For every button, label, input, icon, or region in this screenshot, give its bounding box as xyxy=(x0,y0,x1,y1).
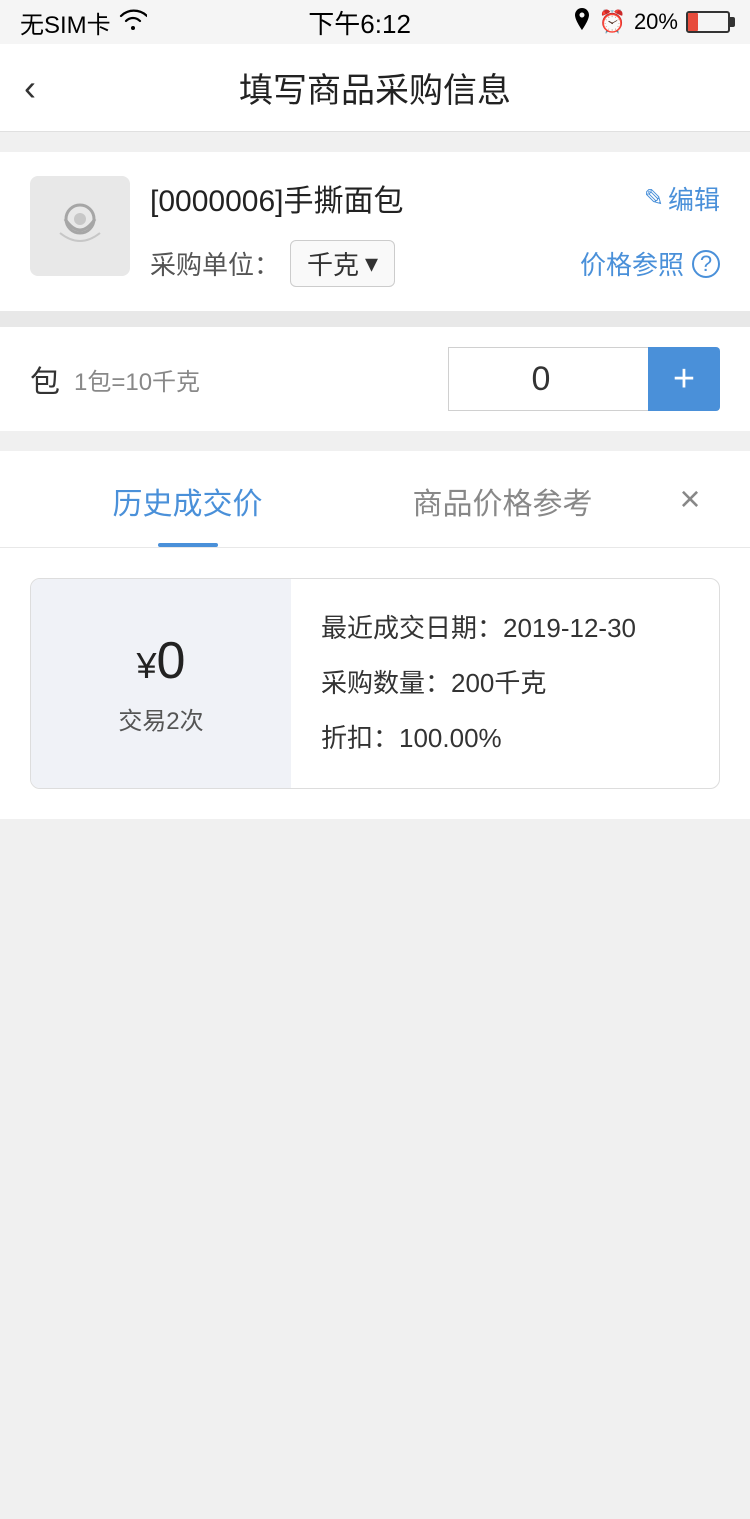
edit-icon: ✎ xyxy=(644,184,664,213)
product-image xyxy=(30,176,130,276)
nav-bar: ‹ 填写商品采购信息 xyxy=(0,44,750,132)
battery-percent: 20% xyxy=(634,9,678,35)
discount-row: 折扣：100.00% xyxy=(321,719,689,758)
unit-select[interactable]: 千克 ▾ xyxy=(290,240,395,287)
battery-icon xyxy=(686,11,730,33)
dropdown-icon: ▾ xyxy=(365,248,378,279)
wifi-icon xyxy=(119,8,147,37)
status-right: ⏰ 20% xyxy=(573,8,730,36)
product-name: [0000006]手撕面包 xyxy=(150,176,403,220)
tabs-header: 历史成交价 商品价格参考 × xyxy=(0,451,750,548)
edit-button[interactable]: ✎ 编辑 xyxy=(644,180,720,217)
tabs-section: 历史成交价 商品价格参考 × ¥0 交易2次 最近成交日期：2019-12-30… xyxy=(0,451,750,819)
product-unit-row: 采购单位： 千克 ▾ 价格参照 ? xyxy=(150,240,720,287)
price-details: 最近成交日期：2019-12-30 采购数量：200千克 折扣：100.00% xyxy=(291,579,719,788)
unit-label: 采购单位： 千克 ▾ xyxy=(150,240,395,287)
status-time: 下午6:12 xyxy=(308,4,411,41)
quantity-label: 包 1包=10千克 xyxy=(30,357,200,401)
recent-date-row: 最近成交日期：2019-12-30 xyxy=(321,609,689,648)
carrier-text: 无SIM卡 xyxy=(20,5,111,40)
section-divider xyxy=(0,311,750,327)
price-amount: ¥0 xyxy=(137,631,186,691)
quantity-sub-label: 1包=10千克 xyxy=(74,362,200,397)
quantity-row: 包 1包=10千克 + xyxy=(0,327,750,431)
back-button[interactable]: ‹ xyxy=(24,67,36,109)
currency-symbol: ¥ xyxy=(137,645,157,686)
location-icon xyxy=(573,8,591,36)
quantity-input[interactable] xyxy=(448,347,648,411)
product-title-row: [0000006]手撕面包 ✎ 编辑 xyxy=(150,176,720,220)
price-transactions: 交易2次 xyxy=(118,701,203,736)
quantity-plus-button[interactable]: + xyxy=(648,347,720,411)
tab-price-reference[interactable]: 商品价格参考 xyxy=(345,451,660,547)
price-summary: ¥0 交易2次 xyxy=(31,579,291,788)
price-reference-button[interactable]: 价格参照 ? xyxy=(580,245,720,282)
tab-history-price[interactable]: 历史成交价 xyxy=(30,451,345,547)
main-background xyxy=(0,819,750,1519)
purchase-qty-row: 采购数量：200千克 xyxy=(321,664,689,703)
quantity-unit: 包 xyxy=(30,357,60,401)
product-header: [0000006]手撕面包 ✎ 编辑 采购单位： 千克 ▾ 价格参照 ? xyxy=(30,176,720,287)
price-card-container: ¥0 交易2次 最近成交日期：2019-12-30 采购数量：200千克 折扣：… xyxy=(0,548,750,819)
status-left: 无SIM卡 xyxy=(20,5,147,40)
help-icon: ? xyxy=(692,250,720,278)
page-title: 填写商品采购信息 xyxy=(239,63,511,112)
product-card: [0000006]手撕面包 ✎ 编辑 采购单位： 千克 ▾ 价格参照 ? xyxy=(0,152,750,311)
status-bar: 无SIM卡 下午6:12 ⏰ 20% xyxy=(0,0,750,44)
quantity-control: + xyxy=(448,347,720,411)
tabs-close-button[interactable]: × xyxy=(660,469,720,529)
price-card: ¥0 交易2次 最近成交日期：2019-12-30 采购数量：200千克 折扣：… xyxy=(30,578,720,789)
alarm-icon: ⏰ xyxy=(599,9,626,35)
product-info: [0000006]手撕面包 ✎ 编辑 采购单位： 千克 ▾ 价格参照 ? xyxy=(150,176,720,287)
